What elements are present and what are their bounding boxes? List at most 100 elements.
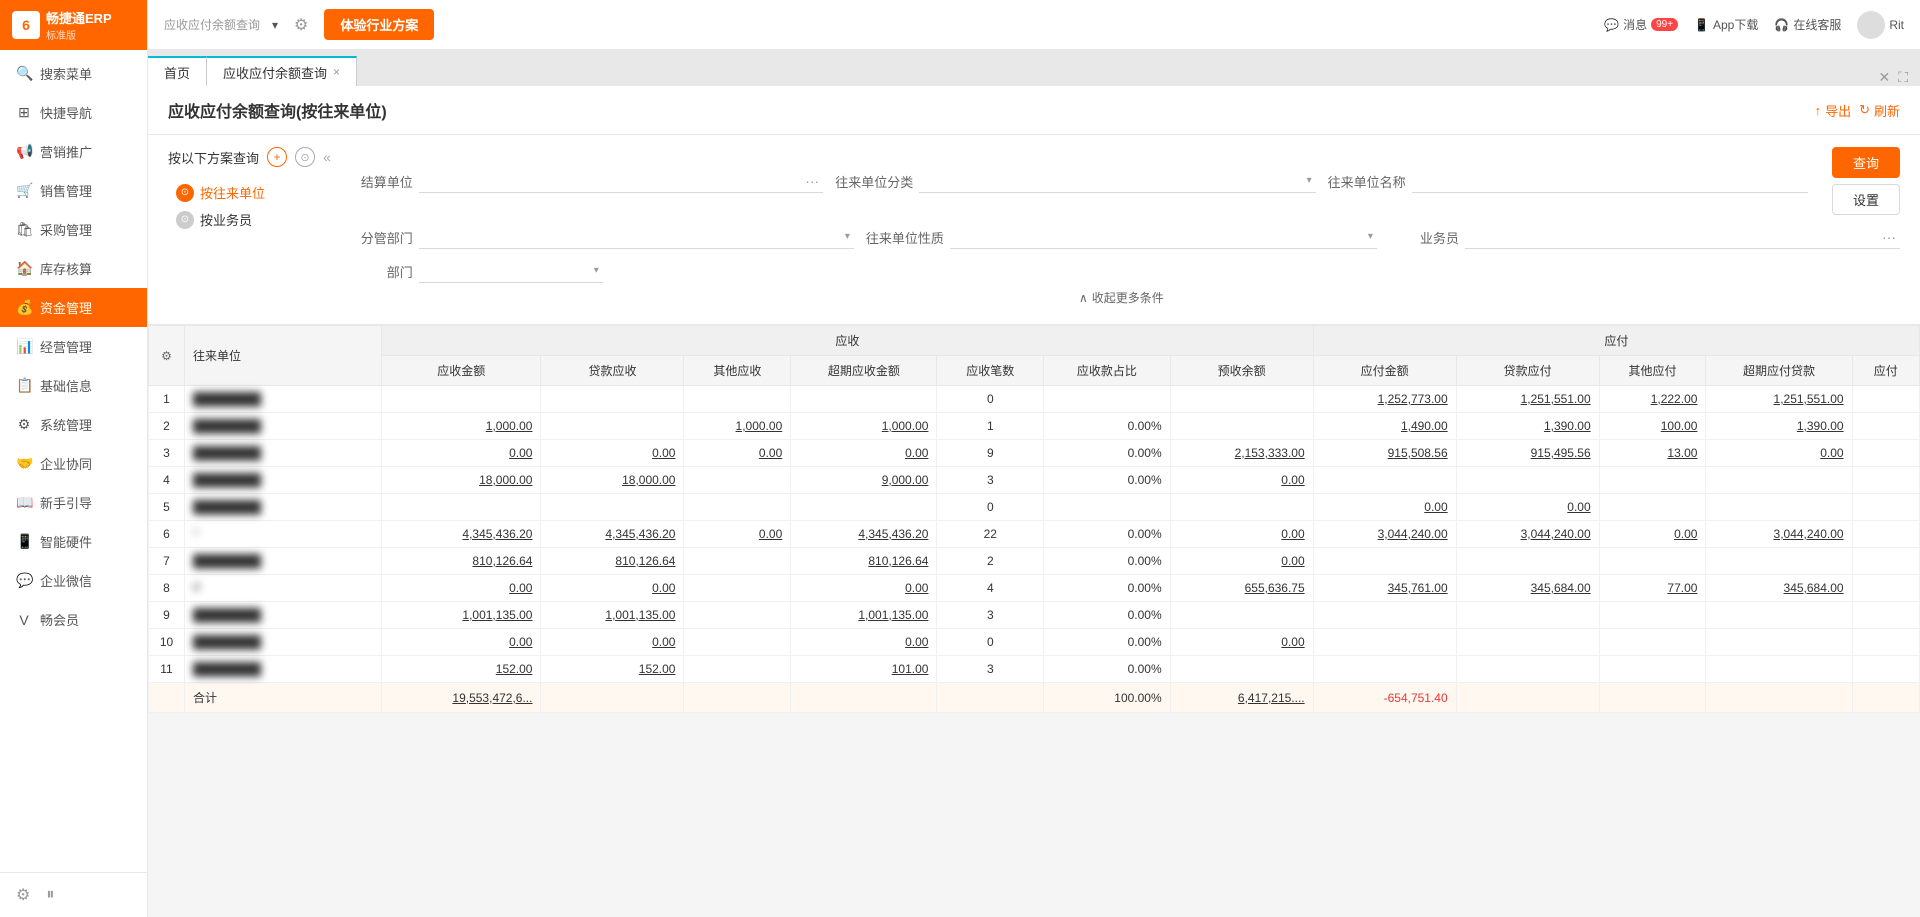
filter-rows: 结算单位 ··· 往来单位分类 ▾ [343,147,1900,283]
app-download-action[interactable]: 📱 App下载 [1694,16,1758,33]
sidebar-item-label: 系统管理 [40,415,92,434]
sidebar-item-营销推广[interactable]: 📢 营销推广 [0,132,147,171]
sidebar-item-label: 搜索菜单 [40,64,92,83]
dept-select[interactable]: ▾ [419,225,854,249]
refresh-button[interactable]: ↻ 刷新 [1859,101,1900,120]
collapse-icon[interactable]: ⏸ [46,886,54,904]
sidebar-item-快捷导航[interactable]: ⊞ 快捷导航 [0,93,147,132]
messages-label: 消息 [1623,16,1647,33]
sidebar-item-label: 新手引导 [40,493,92,512]
sidebar-icon: V [16,612,32,628]
header-breadcrumb: 应收应付余额查询 [164,16,260,33]
col-qtys: 其他应收 [684,356,791,386]
table-row: 1████████01,252,773.001,251,551.001,222.… [149,386,1920,413]
sidebar-item-智能硬件[interactable]: 📱 智能硬件 [0,522,147,561]
sidebar-item-label: 销售管理 [40,181,92,200]
settings-icon[interactable]: ⚙ [16,885,30,905]
filter-row-2: 分管部门 ▾ 往来单位性质 ▾ [343,225,1900,249]
col-dkys: 贷款应收 [541,356,684,386]
filter-schema-button[interactable]: ⊙ [295,147,315,167]
sidebar-icon: 💬 [16,572,32,589]
filter-field-unit-nature: 往来单位性质 ▾ [866,225,1377,249]
sidebar-item-系统管理[interactable]: ⚙ 系统管理 [0,405,147,444]
filter-collapse-button[interactable]: « [323,149,331,165]
header-gear-icon[interactable]: ⚙ [290,11,312,39]
sidebar-item-资金管理[interactable]: 💰 资金管理 [0,288,147,327]
unit-category-select[interactable]: ▾ [919,169,1315,193]
sidebar-item-销售管理[interactable]: 🛒 销售管理 [0,171,147,210]
filter-field-unit-category: 往来单位分类 ▾ [835,169,1315,193]
settlement-input[interactable]: ··· [419,169,823,193]
col-yskzb: 应收款占比 [1044,356,1170,386]
unit-name-input[interactable] [1412,169,1808,193]
col-qtyf: 其他应付 [1599,356,1706,386]
header-actions: 💬 消息 99+ 📱 App下载 🎧 在线客服 Rit [1604,11,1904,39]
online-service-action[interactable]: 🎧 在线客服 [1774,16,1841,33]
collapse-more-button[interactable]: ∧ 收起更多条件 [343,283,1900,312]
filter-area: 按以下方案查询 + ⊙ « ⊙ 按往来单位 ⊙ 按业务员 [148,135,1920,325]
filter-top: 按以下方案查询 + ⊙ « [168,147,331,167]
filter-method-icon-unit: ⊙ [176,184,194,202]
filter-field-settlement: 结算单位 ··· [343,169,823,193]
collapse-icon: ∧ [1079,291,1088,305]
page-header: 应收应付余额查询(按往来单位) ↑ 导出 ↻ 刷新 [148,86,1920,135]
sidebar-item-经营管理[interactable]: 📊 经营管理 [0,327,147,366]
window-expand-icon[interactable]: ⛶ [1898,69,1908,86]
tab-receivables[interactable]: 应收应付余额查询 × [207,56,357,86]
filter-method-icon-salesperson: ⊙ [176,211,194,229]
tab-close-icon[interactable]: × [333,65,340,79]
window-close-icon[interactable]: ✕ [1878,69,1890,86]
query-button[interactable]: 查询 [1832,147,1900,178]
total-yskzb: 100.00% [1044,683,1170,713]
messages-action[interactable]: 💬 消息 99+ [1604,16,1678,33]
col-yfjE: 应付金额 [1313,356,1456,386]
filter-method-salesperson[interactable]: ⊙ 按业务员 [168,206,331,233]
sidebar-item-label: 企业协同 [40,454,92,473]
export-icon: ↑ [1815,103,1822,118]
salesperson-input[interactable]: ··· [1465,225,1900,249]
sidebar-item-label: 智能硬件 [40,532,92,551]
col-yf: 应付 [1852,356,1919,386]
sidebar-item-基础信息[interactable]: 📋 基础信息 [0,366,147,405]
table-row: 2████████1,000.001,000.001,000.0010.00%1… [149,413,1920,440]
filter-method-unit[interactable]: ⊙ 按往来单位 [168,179,331,206]
col-cqyftk: 超期应付贷款 [1706,356,1852,386]
setting-button[interactable]: 设置 [1832,184,1900,215]
sidebar-item-采购管理[interactable]: 🛍 采购管理 [0,210,147,249]
sidebar-icon: 📖 [16,494,32,511]
sidebar: 6 畅捷通ERP 标准版 🔍 搜索菜单 ⊞ 快捷导航 📢 营销推广 🛒 销售管理… [0,0,148,917]
filter-row-3: 部门 ▾ [343,259,1900,283]
sidebar-item-企业微信[interactable]: 💬 企业微信 [0,561,147,600]
sidebar-item-畅会员[interactable]: V 畅会员 [0,600,147,639]
sidebar-item-企业协同[interactable]: 🤝 企业协同 [0,444,147,483]
sidebar-icon: 💰 [16,299,32,316]
sidebar-item-label: 经营管理 [40,337,92,356]
app-download-label: App下载 [1713,16,1758,33]
header-cta-button[interactable]: 体验行业方案 [324,9,434,40]
table-settings-icon[interactable]: ⚙ [161,349,172,363]
table-row: 9████████1,001,135.001,001,135.001,001,1… [149,602,1920,629]
total-row: 合计 19,553,472,6... 100.00% 6,417,215....… [149,683,1920,713]
sidebar-item-库存核算[interactable]: 🏠 库存核算 [0,249,147,288]
refresh-icon: ↻ [1859,102,1870,118]
app-logo: 6 畅捷通ERP 标准版 [0,0,147,50]
sidebar-item-新手引导[interactable]: 📖 新手引导 [0,483,147,522]
table-row: 7████████810,126.64810,126.64810,126.642… [149,548,1920,575]
data-table: ⚙ 往来单位 应收 应付 应收金额 贷款应收 其他应收 超期应收金额 应收笔数 … [148,325,1920,713]
logo-icon: 6 [12,11,40,39]
total-ysjE: 19,553,472,6... [382,683,541,713]
filter-add-button[interactable]: + [267,147,287,167]
sidebar-item-label: 资金管理 [40,298,92,317]
unit-nature-select[interactable]: ▾ [950,225,1377,249]
table-settings-col: ⚙ [149,326,185,386]
window-controls: ✕ ⛶ [1866,69,1920,86]
sidebar-item-label: 采购管理 [40,220,92,239]
header-dropdown[interactable]: ▾ [272,18,278,32]
sidebar-item-搜索菜单[interactable]: 🔍 搜索菜单 [0,54,147,93]
export-button[interactable]: ↑ 导出 [1815,101,1852,120]
sidebar-item-label: 基础信息 [40,376,92,395]
department-select[interactable]: ▾ [419,259,603,283]
filter-buttons: 查询 设置 [1820,147,1900,215]
user-profile[interactable]: Rit [1857,11,1904,39]
tab-home[interactable]: 首页 [148,56,207,86]
